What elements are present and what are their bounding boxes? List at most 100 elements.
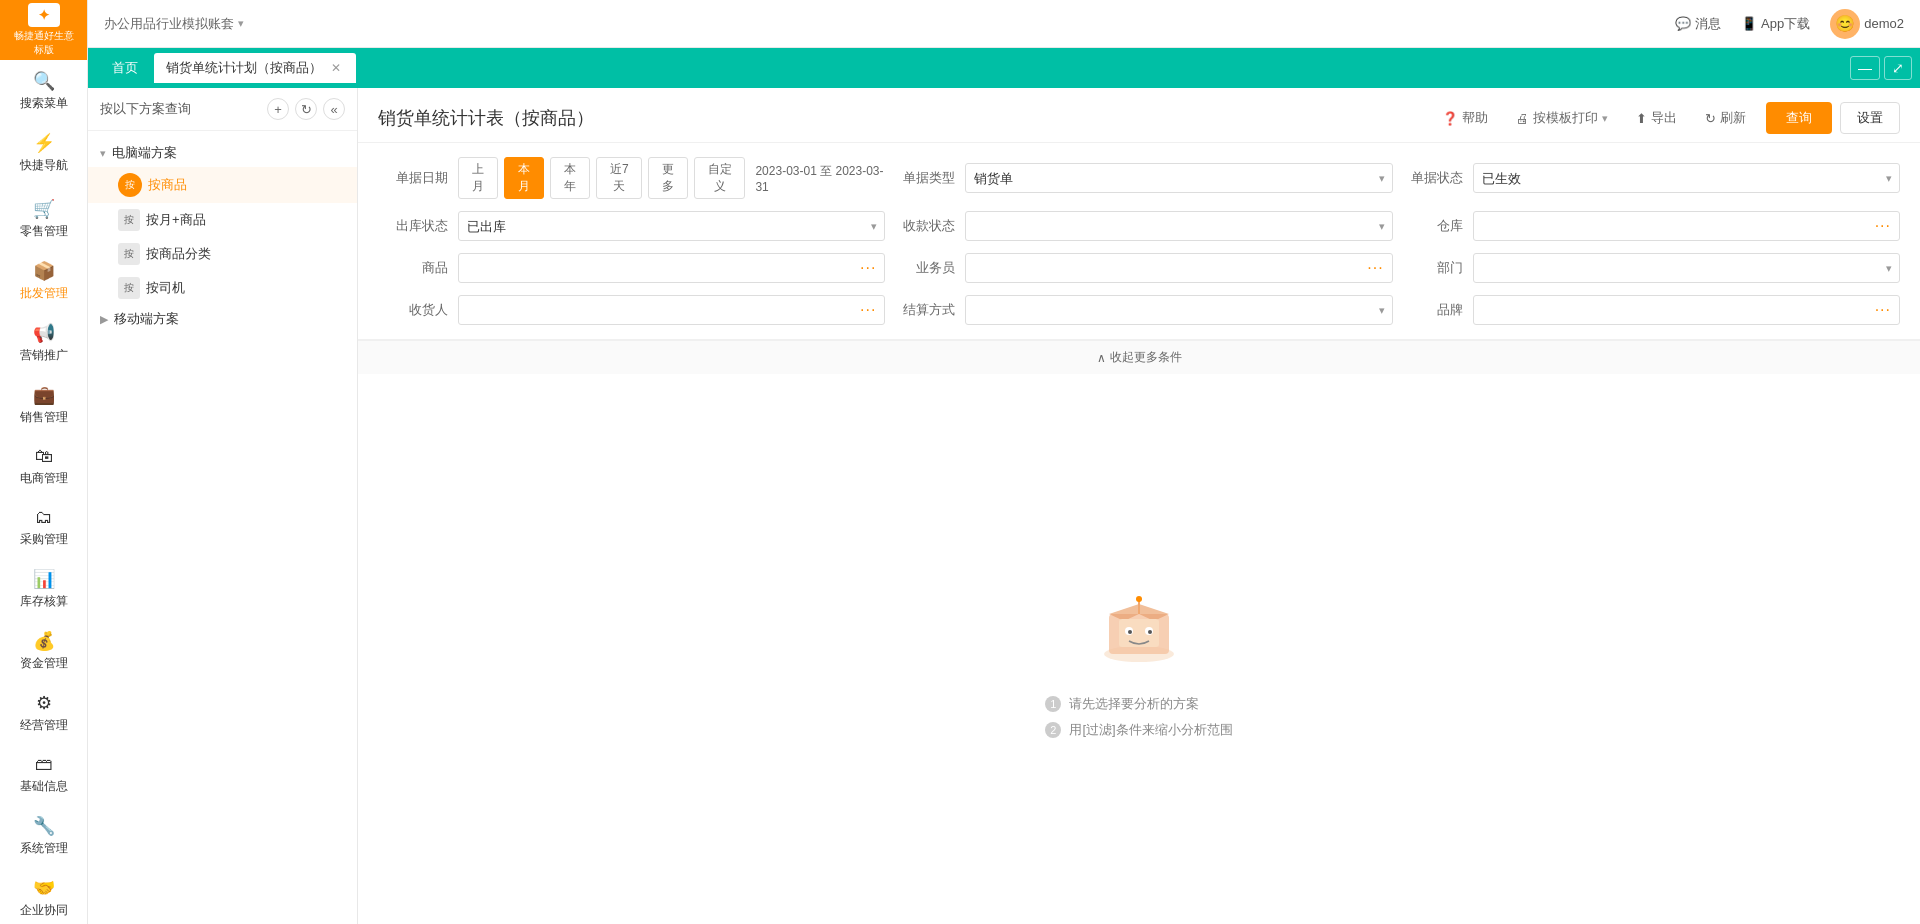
- collapse-panel-btn[interactable]: «: [323, 98, 345, 120]
- sidebar-item-purchase[interactable]: 🗂 采购管理: [0, 497, 87, 558]
- department-select-wrapper: [1473, 253, 1900, 283]
- out-status-select[interactable]: 已出库: [458, 211, 885, 241]
- sidebar-item-finance[interactable]: 💰 资金管理: [0, 620, 87, 682]
- warehouse-control: ···: [1473, 211, 1900, 241]
- date-last-month-btn[interactable]: 上月: [458, 157, 498, 199]
- collapse-bar[interactable]: ∧ 收起更多条件: [358, 340, 1920, 374]
- purchase-icon: 🗂: [35, 507, 53, 528]
- date-this-month-btn[interactable]: 本月: [504, 157, 544, 199]
- export-btn[interactable]: ⬆ 导出: [1628, 105, 1685, 131]
- avatar: 😊: [1830, 9, 1860, 39]
- refresh-btn[interactable]: ↻ 刷新: [1697, 105, 1754, 131]
- tab-minimize-btn[interactable]: —: [1850, 56, 1880, 80]
- app-logo: ✦ 畅捷通好生意 标版: [0, 0, 88, 60]
- tree-parent-pc[interactable]: ▾ 电脑端方案: [88, 139, 357, 167]
- tree-parent-mobile[interactable]: ▶ 移动端方案: [88, 305, 357, 333]
- export-icon: ⬆: [1636, 111, 1647, 126]
- help-icon: ❓: [1442, 111, 1458, 126]
- empty-state: 1 请先选择要分析的方案 2 用[过滤]条件来缩小分析范围: [358, 374, 1920, 924]
- topbar-right: 💬 消息 📱 App下载 😊 demo2: [1675, 9, 1904, 39]
- sidebar-item-quicknav[interactable]: ⚡ 快捷导航: [0, 122, 87, 184]
- receiver-dots-btn[interactable]: ···: [860, 301, 876, 319]
- brand-dots-btn[interactable]: ···: [1875, 301, 1891, 319]
- type-label: 单据类型: [885, 169, 965, 187]
- expand-icon-mobile: ▶: [100, 313, 108, 326]
- tab-close-btn[interactable]: ✕: [328, 60, 344, 76]
- left-panel: 按以下方案查询 + ↻ « ▾ 电脑端方案: [88, 88, 358, 924]
- left-panel-icons: + ↻ «: [267, 98, 345, 120]
- settlement-label: 结算方式: [885, 301, 965, 319]
- tab-active[interactable]: 销货单统计计划（按商品） ✕: [154, 53, 356, 83]
- goods-label: 商品: [378, 259, 458, 277]
- date-this-year-btn[interactable]: 本年: [550, 157, 590, 199]
- sidebar-item-system[interactable]: 🔧 系统管理: [0, 805, 87, 867]
- sidebar-item-search[interactable]: 🔍 搜索菜单: [0, 60, 87, 122]
- brand-input[interactable]: ···: [1473, 295, 1900, 325]
- app-download-label: App下载: [1761, 15, 1810, 33]
- settlement-select[interactable]: [965, 295, 1392, 325]
- tree-child-by-printer[interactable]: 按 按司机: [88, 271, 357, 305]
- printer-scheme-icon: 按: [118, 277, 140, 299]
- sidebar-finance-label: 资金管理: [20, 655, 68, 672]
- refresh-scheme-btn[interactable]: ↻: [295, 98, 317, 120]
- settlement-control: [965, 295, 1392, 325]
- sidebar-item-wholesale[interactable]: 📦 批发管理: [0, 250, 87, 312]
- receiver-input[interactable]: ···: [458, 295, 885, 325]
- hint-num-2: 2: [1045, 722, 1061, 738]
- corp-icon: 🤝: [33, 877, 55, 899]
- tree-child-by-month-product[interactable]: 按 按月+商品: [88, 203, 357, 237]
- add-scheme-btn[interactable]: +: [267, 98, 289, 120]
- tree-parent-mobile-label: 移动端方案: [114, 310, 179, 328]
- salesperson-input[interactable]: ···: [965, 253, 1392, 283]
- tree-parent-label: 电脑端方案: [112, 144, 177, 162]
- warehouse-input[interactable]: ···: [1473, 211, 1900, 241]
- help-btn[interactable]: ❓ 帮助: [1434, 105, 1496, 131]
- sidebar-item-corp[interactable]: 🤝 企业协同: [0, 867, 87, 924]
- filter-section: 单据日期 上月 本月 本年 近7天 更多 自定义 2023-03-01 至 20…: [358, 143, 1920, 340]
- department-select[interactable]: [1473, 253, 1900, 283]
- department-label: 部门: [1393, 259, 1473, 277]
- collapse-icon: «: [330, 102, 337, 117]
- sidebar-operations-label: 经营管理: [20, 717, 68, 734]
- sidebar-item-sales[interactable]: 💼 销售管理: [0, 374, 87, 436]
- sidebar-item-operations[interactable]: ⚙ 经营管理: [0, 682, 87, 744]
- account-selector[interactable]: 办公用品行业模拟账套 ▾: [104, 15, 244, 33]
- sidebar-item-inventory[interactable]: 📊 库存核算: [0, 558, 87, 620]
- type-select[interactable]: 销货单: [965, 163, 1392, 193]
- sidebar-item-retail[interactable]: 🛒 零售管理: [0, 188, 87, 250]
- status-select[interactable]: 已生效: [1473, 163, 1900, 193]
- date-custom-btn[interactable]: 自定义: [694, 157, 745, 199]
- salesperson-dots-btn[interactable]: ···: [1367, 259, 1383, 277]
- app-download-btn[interactable]: 📱 App下载: [1741, 15, 1810, 33]
- sidebar-quicknav-label: 快捷导航: [20, 157, 68, 174]
- sidebar-item-marketing[interactable]: 📢 营销推广: [0, 312, 87, 374]
- goods-dots-btn[interactable]: ···: [860, 259, 876, 277]
- payment-status-select[interactable]: [965, 211, 1392, 241]
- filter-row-3: 商品 ··· 业务员 ···: [378, 253, 1900, 283]
- print-btn[interactable]: 🖨 按模板打印 ▾: [1508, 105, 1616, 131]
- settings-button[interactable]: 设置: [1840, 102, 1900, 134]
- sidebar-item-ecommerce[interactable]: 🛍 电商管理: [0, 436, 87, 497]
- tree-child-by-category[interactable]: 按 按商品分类: [88, 237, 357, 271]
- user-menu[interactable]: 😊 demo2: [1830, 9, 1904, 39]
- goods-input[interactable]: ···: [458, 253, 885, 283]
- help-label: 帮助: [1462, 109, 1488, 127]
- type-filter-control: 销货单: [965, 163, 1392, 193]
- message-btn[interactable]: 💬 消息: [1675, 15, 1721, 33]
- sidebar-item-basic[interactable]: 🗃 基础信息: [0, 744, 87, 805]
- settlement-select-wrapper: [965, 295, 1392, 325]
- tab-maximize-btn[interactable]: ⤢: [1884, 56, 1912, 80]
- user-name: demo2: [1864, 16, 1904, 31]
- date-more-btn[interactable]: 更多: [648, 157, 688, 199]
- logo-icon: ✦: [28, 3, 60, 27]
- svg-point-5: [1128, 630, 1132, 634]
- date-last7-btn[interactable]: 近7天: [596, 157, 642, 199]
- tree-child-by-product[interactable]: 按 按商品: [88, 167, 357, 203]
- warehouse-dots-btn[interactable]: ···: [1875, 217, 1891, 235]
- active-tab-label: 销货单统计计划（按商品）: [166, 59, 322, 77]
- salesperson-label: 业务员: [885, 259, 965, 277]
- tab-home[interactable]: 首页: [96, 53, 154, 83]
- out-status-label: 出库状态: [378, 217, 458, 235]
- query-button[interactable]: 查询: [1766, 102, 1832, 134]
- tree-section: ▾ 电脑端方案 按 按商品 按 按月+商品 按 按商品分类 按 按司机: [88, 131, 357, 341]
